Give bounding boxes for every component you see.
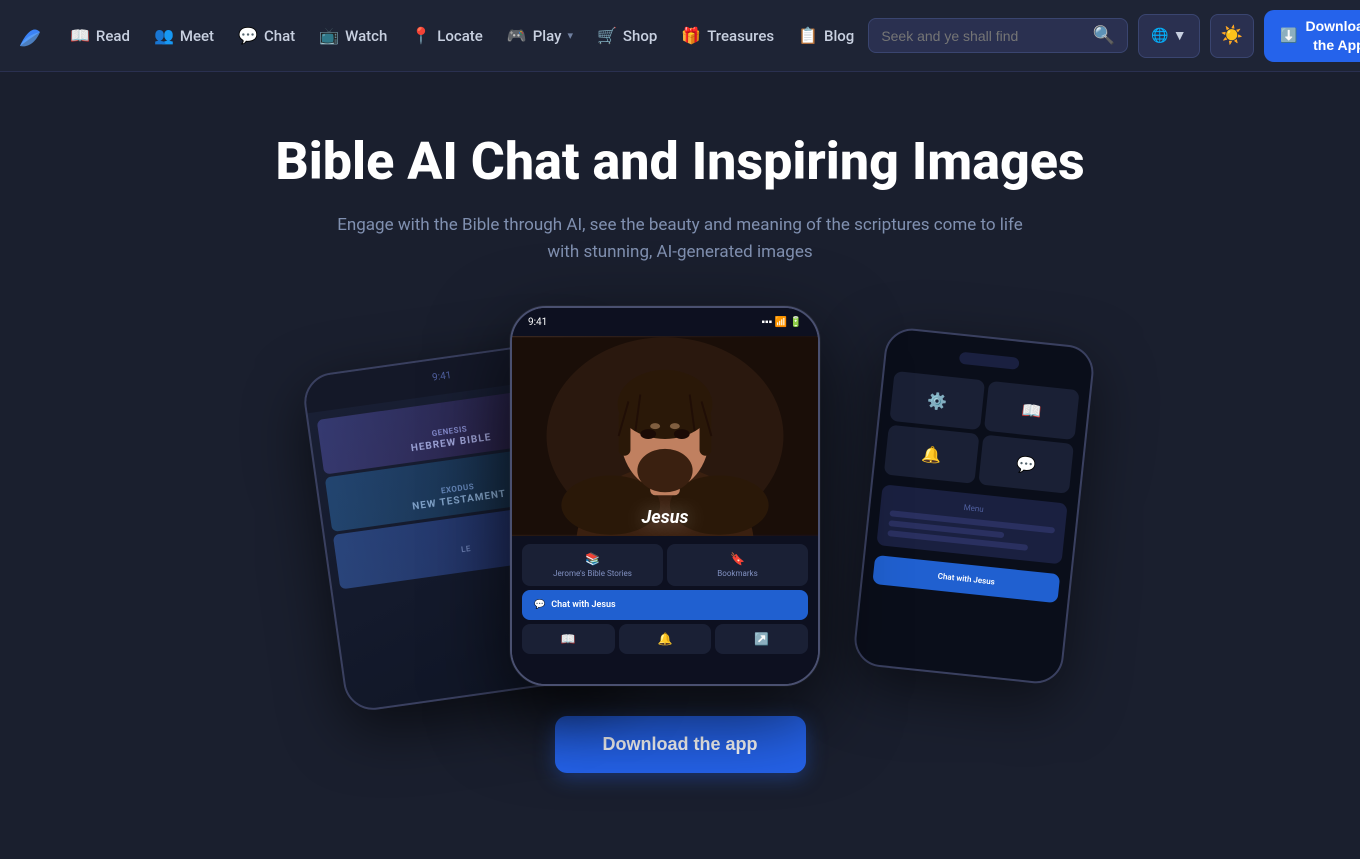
nav-read[interactable]: 📖 Read [60,18,140,53]
hero-section: Bible AI Chat and Inspiring Images Engag… [0,72,1360,833]
nav-locate-label: Locate [437,27,483,45]
logo[interactable] [12,18,48,54]
chat-with-jesus-btn[interactable]: 💬 Chat with Jesus [522,590,808,620]
cta-container: Download the app [555,716,806,773]
nav-read-label: Read [96,27,130,45]
nav-play[interactable]: 🎮 Play ▾ [497,18,583,53]
search-input[interactable] [881,28,1085,44]
bookmarks-label: Bookmarks [717,569,757,578]
search-bar: 🔍 [868,18,1128,53]
chat-jesus-label: Chat with Jesus [551,600,615,610]
download-icon: ⬇️ [1280,26,1297,44]
phone-main: 9:41 ▪▪▪ 📶 🔋 [510,306,820,686]
theme-toggle-button[interactable]: ☀️ [1210,14,1254,58]
nav-meet[interactable]: 👥 Meet [144,18,224,53]
nav-watch-label: Watch [345,27,387,45]
navbar: 📖 Read 👥 Meet 💬 Chat 📺 Watch 📍 Locate 🎮 … [0,0,1360,72]
jesus-image: Jesus [512,336,818,536]
nav-locate[interactable]: 📍 Locate [401,18,492,53]
tile-4-icon: 💬 [1015,454,1037,475]
phone-actions: 📚 Jerome's Bible Stories 🔖 Bookmarks 💬 C… [512,536,818,684]
chat-jesus-icon: 💬 [534,600,545,610]
tile-1-icon: ⚙️ [926,390,948,411]
download-app-label: Download the App [1305,17,1360,53]
shop-icon: 🛒 [597,26,617,45]
jesus-name-label: Jesus [642,507,689,528]
nav-treasures[interactable]: 🎁 Treasures [671,18,784,53]
play-dropdown-icon: ▾ [567,29,573,42]
action-row-2: 📖 🔔 ↗️ [522,624,808,654]
grid-tile-1: ⚙️ [889,371,985,430]
action-share: ↗️ [715,624,808,654]
nav-chat-label: Chat [264,27,295,45]
sun-icon: ☀️ [1221,25,1243,46]
nav-shop-label: Shop [623,27,657,45]
phone-signals: ▪▪▪ 📶 🔋 [762,317,803,328]
nav-watch[interactable]: 📺 Watch [309,18,397,53]
nav-blog[interactable]: 📋 Blog [788,18,864,53]
nav-treasures-label: Treasures [707,27,774,45]
tile-3-icon: 🔔 [921,444,943,465]
nav-blog-label: Blog [824,27,854,45]
tile-2-icon: 📖 [1021,400,1043,421]
chevron-down-icon: ▼ [1173,27,1187,44]
right-phone-grid: ⚙️ 📖 🔔 💬 [884,371,1080,494]
action-notify: 🔔 [619,624,712,654]
stories-icon: 📚 [585,552,600,566]
locate-icon: 📍 [411,26,431,45]
phone-time: 9:41 [528,317,547,328]
chat-icon: 💬 [238,26,258,45]
stories-label: Jerome's Bible Stories [553,569,632,578]
jesus-portrait-svg [512,336,818,536]
blog-icon: 📋 [798,26,818,45]
nav-shop[interactable]: 🛒 Shop [587,18,667,53]
read-action-icon: 📖 [561,632,576,646]
grid-tile-3: 🔔 [884,425,980,484]
nav-play-label: Play [533,27,562,45]
logo-icon [12,18,48,54]
meet-icon: 👥 [154,26,174,45]
search-icon: 🔍 [1093,25,1115,46]
phone-status-bar: 9:41 ▪▪▪ 📶 🔋 [512,308,818,336]
action-row-1: 📚 Jerome's Bible Stories 🔖 Bookmarks [522,544,808,586]
watch-icon: 📺 [319,26,339,45]
search-button[interactable]: 🔍 [1093,25,1115,46]
nav-chat[interactable]: 💬 Chat [228,18,305,53]
flag-icon: 🌐 [1151,28,1168,44]
play-icon: 🎮 [507,26,527,45]
download-app-button[interactable]: ⬇️ Download the App [1264,10,1360,62]
language-selector[interactable]: 🌐 ▼ [1138,14,1199,58]
action-bookmarks: 🔖 Bookmarks [667,544,808,586]
hero-subtitle: Engage with the Bible through AI, see th… [330,212,1030,266]
read-icon: 📖 [70,26,90,45]
action-stories: 📚 Jerome's Bible Stories [522,544,663,586]
bookmarks-icon: 🔖 [730,552,745,566]
hero-title: Bible AI Chat and Inspiring Images [275,132,1084,192]
grid-tile-4: 💬 [978,435,1074,494]
phone-right: ⚙️ 📖 🔔 💬 Menu [852,326,1096,686]
share-icon: ↗️ [754,632,769,646]
action-read: 📖 [522,624,615,654]
notify-icon: 🔔 [658,632,673,646]
grid-tile-2: 📖 [984,381,1080,440]
app-preview: 9:41 Genesis HEBREW BIBLE Exodus NEW TES… [280,306,1080,686]
nav-meet-label: Meet [180,27,214,45]
treasures-icon: 🎁 [681,26,701,45]
download-app-cta-button[interactable]: Download the app [555,716,806,773]
